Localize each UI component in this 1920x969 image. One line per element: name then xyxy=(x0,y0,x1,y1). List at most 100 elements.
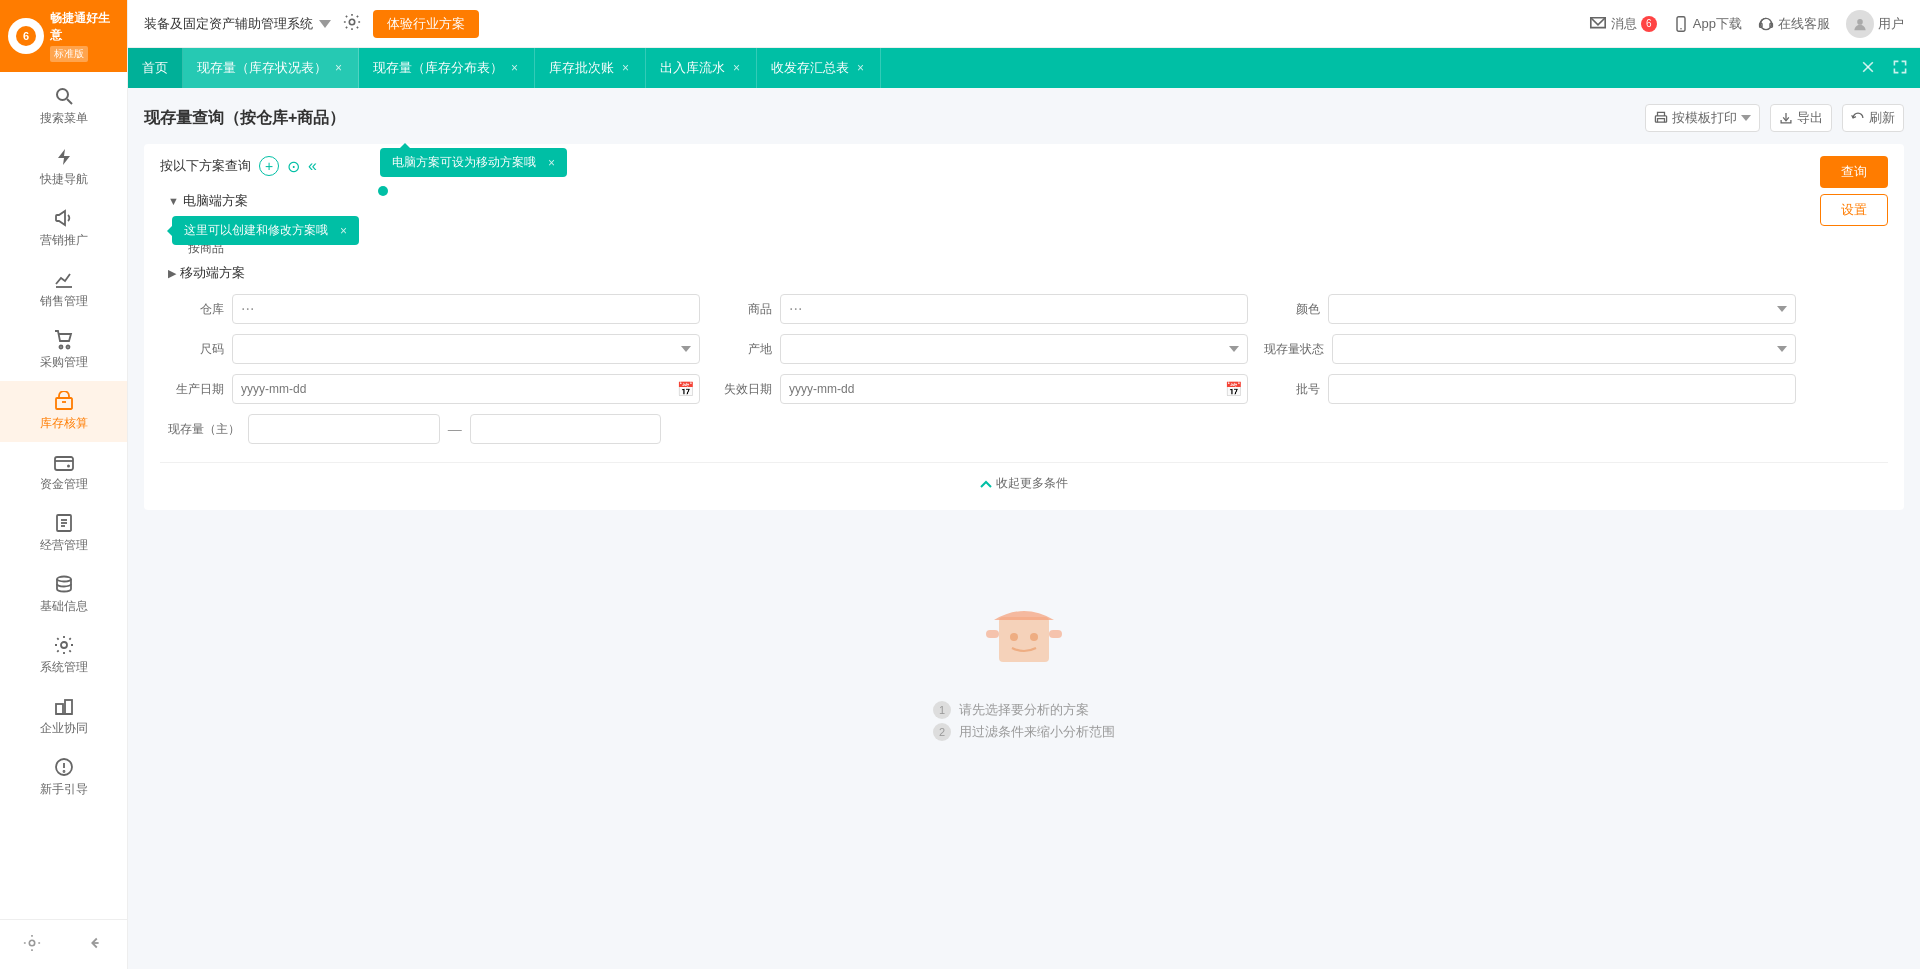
tab-close-receive-summary[interactable]: × xyxy=(855,61,866,75)
sidebar-item-quick-nav[interactable]: 快捷导航 xyxy=(0,137,127,198)
sidebar-item-enterprise[interactable]: 企业协同 xyxy=(0,686,127,747)
sidebar-item-marketing[interactable]: 营销推广 xyxy=(0,198,127,259)
svg-point-16 xyxy=(57,577,71,582)
tab-close-inventory-dist[interactable]: × xyxy=(509,61,520,75)
stock-main-from-input[interactable] xyxy=(248,414,440,444)
page-title: 现存量查询（按仓库+商品） xyxy=(144,108,345,129)
top-header: 装备及固定资产辅助管理系统 体验行业方案 消息 6 App下载 在线客服 xyxy=(128,0,1920,48)
system-settings-icon xyxy=(54,635,74,655)
sidebar-item-guide[interactable]: 新手引导 xyxy=(0,747,127,808)
brand-svg: 6 xyxy=(15,25,37,47)
svg-rect-39 xyxy=(1049,630,1062,638)
wallet-icon xyxy=(54,452,74,472)
filter-row-3: 生产日期 📅 失效日期 📅 xyxy=(168,374,1796,404)
scheme-dots-btn[interactable]: ⊙ xyxy=(287,157,300,176)
sidebar-item-finance[interactable]: 资金管理 xyxy=(0,442,127,503)
tab-receive-summary[interactable]: 收发存汇总表 × xyxy=(757,48,881,88)
sidebar-settings-btn[interactable] xyxy=(19,930,45,959)
report-icon xyxy=(54,513,74,533)
search-icon xyxy=(54,86,74,106)
origin-select[interactable] xyxy=(780,334,1248,364)
message-icon xyxy=(1589,15,1607,33)
tab-close-in-out-flow[interactable]: × xyxy=(731,61,742,75)
main-area: 装备及固定资产辅助管理系统 体验行业方案 消息 6 App下载 在线客服 xyxy=(128,0,1920,969)
sidebar-item-basic[interactable]: 基础信息 xyxy=(0,564,127,625)
query-btn[interactable]: 查询 xyxy=(1820,156,1888,188)
enterprise-icon xyxy=(54,696,74,716)
warehouse-input-wrap[interactable]: ··· xyxy=(232,294,700,324)
messages-btn[interactable]: 消息 6 xyxy=(1589,15,1657,33)
sidebar-collapse-btn[interactable] xyxy=(82,930,108,959)
sidebar-item-purchase[interactable]: 采购管理 xyxy=(0,320,127,381)
refresh-btn[interactable]: 刷新 xyxy=(1842,104,1904,132)
mobile-scheme-item[interactable]: ▶ 移动端方案 xyxy=(160,260,1796,286)
tab-bar: 首页 现存量（库存状况表） × 现存量（库存分布表） × 库存批次账 × 出入库… xyxy=(128,48,1920,88)
sidebar-item-search[interactable]: 搜索菜单 xyxy=(0,76,127,137)
tab-batch-ledger[interactable]: 库存批次账 × xyxy=(535,48,646,88)
reset-btn[interactable]: 设置 xyxy=(1820,194,1888,226)
guide-icon xyxy=(54,757,74,777)
tab-close-all-btn[interactable] xyxy=(1856,55,1880,82)
collapse-btn[interactable]: 收起更多条件 xyxy=(160,469,1888,498)
empty-steps: 1 请先选择要分析的方案 2 用过滤条件来缩小分析范围 xyxy=(933,697,1115,745)
filter-origin: 产地 xyxy=(716,334,1248,364)
svg-rect-8 xyxy=(56,398,72,409)
logo-icon: 6 xyxy=(8,18,44,54)
sidebar-item-inventory[interactable]: 库存核算 xyxy=(0,381,127,442)
system-dropdown-icon xyxy=(319,20,331,28)
online-support-btn[interactable]: 在线客服 xyxy=(1758,15,1830,33)
svg-rect-38 xyxy=(986,630,999,638)
print-btn[interactable]: 按模板打印 xyxy=(1645,104,1760,132)
filter-produce-date: 生产日期 📅 xyxy=(168,374,700,404)
chart-icon xyxy=(54,269,74,289)
filter-panel: 按以下方案查询 + ⊙ « 电脑方案可设为移动方案哦 × 这里可以创建和修改方案… xyxy=(144,144,1904,510)
tab-close-batch-ledger[interactable]: × xyxy=(620,61,631,75)
filter-fields-area: 仓库 ··· 商品 ··· xyxy=(160,294,1796,444)
user-avatar-icon xyxy=(1853,17,1867,31)
sidebar-item-operations[interactable]: 经营管理 xyxy=(0,503,127,564)
svg-point-11 xyxy=(67,465,70,468)
tab-inventory-dist[interactable]: 现存量（库存分布表） × xyxy=(359,48,535,88)
scheme-back-btn[interactable]: « xyxy=(308,157,317,175)
app-download-btn[interactable]: App下载 xyxy=(1673,15,1742,33)
stock-main-to-input[interactable] xyxy=(470,414,662,444)
filter-stock-main: 现存量（主） — xyxy=(168,414,700,444)
batch-no-input[interactable] xyxy=(1328,374,1796,404)
tooltip-create-close[interactable]: × xyxy=(340,224,347,238)
desktop-scheme-item[interactable]: ▼ 电脑端方案 xyxy=(160,188,1796,214)
refresh-icon xyxy=(1851,111,1865,125)
sidebar-logo: 6 畅捷通好生意 标准版 xyxy=(0,0,127,72)
svg-point-23 xyxy=(29,940,34,945)
goods-input-wrap[interactable]: ··· xyxy=(780,294,1248,324)
filter-panel-inner: 按以下方案查询 + ⊙ « 电脑方案可设为移动方案哦 × 这里可以创建和修改方案… xyxy=(160,156,1888,454)
tab-inventory-status[interactable]: 现存量（库存状况表） × xyxy=(183,48,359,88)
scheme-sub-1[interactable]: 按渠道 xyxy=(180,214,1796,237)
color-select[interactable] xyxy=(1328,294,1796,324)
print-icon xyxy=(1654,111,1668,125)
svg-rect-35 xyxy=(999,617,1049,662)
desktop-scheme-sub: 按渠道 按商品 xyxy=(160,214,1796,260)
tab-home[interactable]: 首页 xyxy=(128,48,183,88)
size-select[interactable] xyxy=(232,334,700,364)
filter-size: 尺码 xyxy=(168,334,700,364)
scheme-sub-2[interactable]: 按商品 xyxy=(180,237,1796,260)
system-name: 装备及固定资产辅助管理系统 xyxy=(144,15,331,33)
scheme-add-btn[interactable]: + xyxy=(259,156,279,176)
stock-status-select[interactable] xyxy=(1332,334,1796,364)
filter-row-2: 尺码 产地 xyxy=(168,334,1796,364)
produce-date-input[interactable] xyxy=(232,374,700,404)
tooltip-scheme-close[interactable]: × xyxy=(548,156,555,170)
trial-industry-btn[interactable]: 体验行业方案 xyxy=(373,10,479,38)
export-btn[interactable]: 导出 xyxy=(1770,104,1832,132)
expire-date-input[interactable] xyxy=(780,374,1248,404)
sidebar-item-sales[interactable]: 销售管理 xyxy=(0,259,127,320)
tab-in-out-flow[interactable]: 出入库流水 × xyxy=(646,48,757,88)
settings-icon xyxy=(343,13,361,31)
tab-close-inventory-status[interactable]: × xyxy=(333,61,344,75)
header-settings-btn[interactable] xyxy=(343,13,361,34)
svg-rect-19 xyxy=(65,700,72,714)
sidebar-item-system[interactable]: 系统管理 xyxy=(0,625,127,686)
collapse-up-icon xyxy=(980,478,992,490)
user-menu-btn[interactable]: 用户 xyxy=(1846,10,1904,38)
tab-expand-btn[interactable] xyxy=(1888,55,1912,82)
